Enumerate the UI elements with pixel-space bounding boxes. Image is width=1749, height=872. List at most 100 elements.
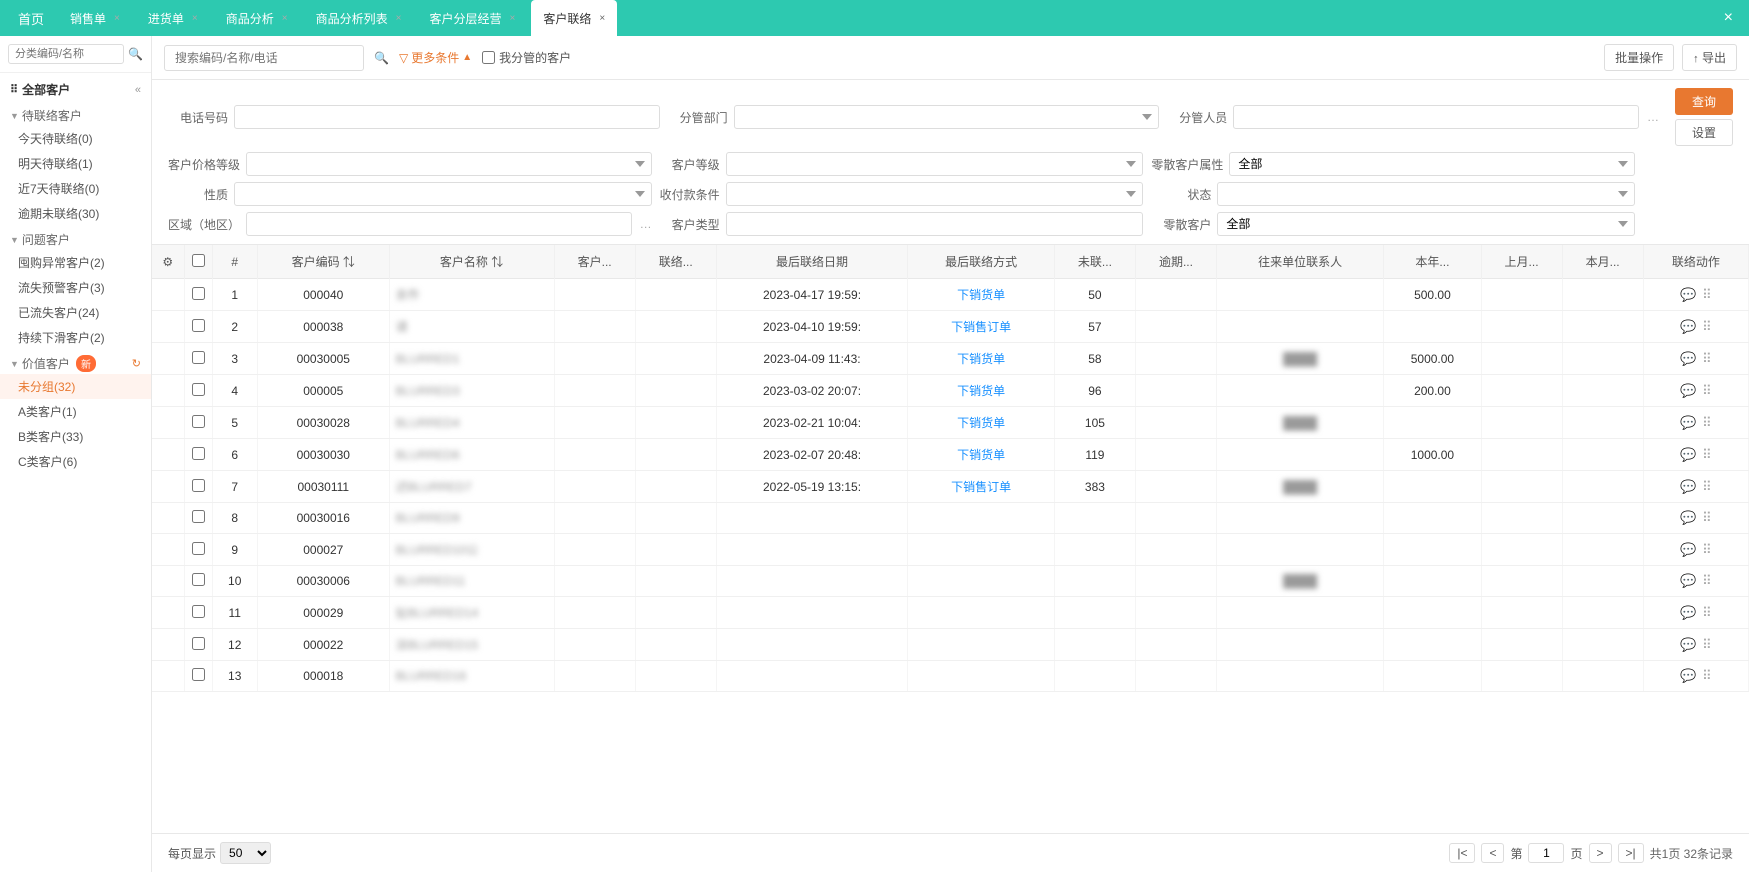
filter-select-payment[interactable] [726, 182, 1144, 206]
filter-select-attr[interactable]: 全部 [1229, 152, 1635, 176]
filter-search-input[interactable] [164, 45, 364, 71]
row-checkbox[interactable] [192, 479, 205, 492]
grid-action-icon[interactable]: ⠿ [1702, 351, 1712, 367]
table-cell[interactable] [908, 566, 1055, 597]
chat-icon[interactable]: 💬 [1680, 542, 1696, 558]
row-checkbox[interactable] [192, 383, 205, 396]
table-cell[interactable]: 下销售订单 [908, 311, 1055, 343]
nav-tab-customer-contact[interactable]: 客户联络 × [531, 0, 617, 36]
table-cell[interactable]: 下销货单 [908, 439, 1055, 471]
row-checkbox[interactable] [192, 510, 205, 523]
chat-icon[interactable]: 💬 [1680, 479, 1696, 495]
sidebar-item-churn-warning[interactable]: 流失预警客户(3) [0, 275, 151, 300]
nav-tab-analysis-list[interactable]: 商品分析列表 × [304, 0, 414, 36]
grid-action-icon[interactable]: ⠿ [1702, 383, 1712, 399]
chat-icon[interactable]: 💬 [1680, 415, 1696, 431]
grid-action-icon[interactable]: ⠿ [1702, 573, 1712, 589]
grid-action-icon[interactable]: ⠿ [1702, 542, 1712, 558]
close-tab-analysis-list[interactable]: × [396, 13, 402, 24]
contact-way-link[interactable]: 下销货单 [957, 384, 1005, 398]
table-cell[interactable] [908, 534, 1055, 566]
contact-way-link[interactable]: 下销货单 [957, 288, 1005, 302]
table-cell[interactable]: 下销货单 [908, 279, 1055, 311]
sidebar-item-c-class[interactable]: C类客户(6) [0, 449, 151, 474]
nav-home[interactable]: 首页 [8, 9, 54, 28]
close-tab-analysis[interactable]: × [282, 13, 288, 24]
nav-tab-sales[interactable]: 销售单 × [58, 0, 132, 36]
row-checkbox[interactable] [192, 542, 205, 555]
sidebar-item-churned[interactable]: 已流失客户(24) [0, 300, 151, 325]
sidebar-item-7days[interactable]: 近7天待联络(0) [0, 176, 151, 201]
chat-icon[interactable]: 💬 [1680, 510, 1696, 526]
nav-tab-purchase[interactable]: 进货单 × [136, 0, 210, 36]
chat-icon[interactable]: 💬 [1680, 351, 1696, 367]
my-customers-checkbox[interactable] [482, 51, 495, 64]
table-cell[interactable] [908, 629, 1055, 661]
filter-input-cust-type[interactable] [726, 212, 1144, 236]
filter-select-grade[interactable] [726, 152, 1144, 176]
table-cell[interactable]: 下销货单 [908, 343, 1055, 375]
dots-icon[interactable]: … [1647, 110, 1659, 124]
filter-input-person[interactable] [1233, 105, 1639, 129]
row-checkbox[interactable] [192, 415, 205, 428]
filter-select-status[interactable] [1217, 182, 1635, 206]
per-page-select[interactable]: 50 100 200 [220, 842, 271, 864]
contact-way-link[interactable]: 下销货单 [957, 352, 1005, 366]
close-all-tabs[interactable]: × [1716, 9, 1741, 27]
contact-way-link[interactable]: 下销售订单 [951, 480, 1011, 494]
grid-action-icon[interactable]: ⠿ [1702, 287, 1712, 303]
sidebar-item-tomorrow[interactable]: 明天待联络(1) [0, 151, 151, 176]
sidebar-item-overdue[interactable]: 逾期未联络(30) [0, 201, 151, 226]
table-cell[interactable] [908, 661, 1055, 692]
sidebar-item-abnormal[interactable]: 囤购异常客户(2) [0, 250, 151, 275]
grid-action-icon[interactable]: ⠿ [1702, 415, 1712, 431]
sidebar-search-icon[interactable]: 🔍 [128, 47, 143, 61]
next-page-btn[interactable]: > [1589, 843, 1612, 863]
grid-action-icon[interactable]: ⠿ [1702, 447, 1712, 463]
th-settings[interactable]: ⚙ [152, 245, 184, 279]
grid-action-icon[interactable]: ⠿ [1702, 479, 1712, 495]
last-page-btn[interactable]: >| [1618, 843, 1644, 863]
my-customers-checkbox-label[interactable]: 我分管的客户 [482, 49, 571, 66]
export-button[interactable]: ↑ 导出 [1682, 44, 1737, 71]
nav-tab-customer-mgmt[interactable]: 客户分层经营 × [417, 0, 527, 36]
chat-icon[interactable]: 💬 [1680, 447, 1696, 463]
collapse-icon[interactable]: « [135, 84, 141, 96]
grid-action-icon[interactable]: ⠿ [1702, 668, 1712, 684]
prev-page-btn[interactable]: < [1481, 843, 1504, 863]
contact-way-link[interactable]: 下销货单 [957, 416, 1005, 430]
grid-action-icon[interactable]: ⠿ [1702, 637, 1712, 653]
row-checkbox[interactable] [192, 287, 205, 300]
table-cell[interactable] [908, 503, 1055, 534]
grid-action-icon[interactable]: ⠿ [1702, 510, 1712, 526]
filter-select-dept[interactable] [734, 105, 1160, 129]
table-cell[interactable] [908, 597, 1055, 629]
table-cell[interactable]: 下销货单 [908, 375, 1055, 407]
sidebar-search-input[interactable] [8, 44, 124, 64]
th-name[interactable]: 客户名称 ⇅ [389, 245, 554, 279]
filter-more-btn[interactable]: ▽ 更多条件 ▲ [399, 49, 472, 66]
row-checkbox[interactable] [192, 447, 205, 460]
page-input[interactable] [1528, 843, 1564, 863]
row-checkbox[interactable] [192, 319, 205, 332]
row-checkbox[interactable] [192, 668, 205, 681]
chat-icon[interactable]: 💬 [1680, 637, 1696, 653]
row-checkbox[interactable] [192, 573, 205, 586]
contact-way-link[interactable]: 下销货单 [957, 448, 1005, 462]
sidebar-item-declining[interactable]: 持续下滑客户(2) [0, 325, 151, 350]
chat-icon[interactable]: 💬 [1680, 605, 1696, 621]
row-checkbox[interactable] [192, 605, 205, 618]
chat-icon[interactable]: 💬 [1680, 668, 1696, 684]
contact-way-link[interactable]: 下销售订单 [951, 320, 1011, 334]
filter-input-phone[interactable] [234, 105, 660, 129]
filter-select-sparse[interactable]: 全部 [1217, 212, 1635, 236]
reset-button[interactable]: 设置 [1675, 119, 1733, 146]
close-tab-purchase[interactable]: × [192, 13, 198, 24]
first-page-btn[interactable]: |< [1449, 843, 1475, 863]
sidebar-item-a-class[interactable]: A类客户(1) [0, 399, 151, 424]
filter-select-nature[interactable] [234, 182, 652, 206]
filter-search-icon[interactable]: 🔍 [374, 51, 389, 65]
table-cell[interactable]: 下销售订单 [908, 471, 1055, 503]
sidebar-item-b-class[interactable]: B类客户(33) [0, 424, 151, 449]
search-button[interactable]: 查询 [1675, 88, 1733, 115]
